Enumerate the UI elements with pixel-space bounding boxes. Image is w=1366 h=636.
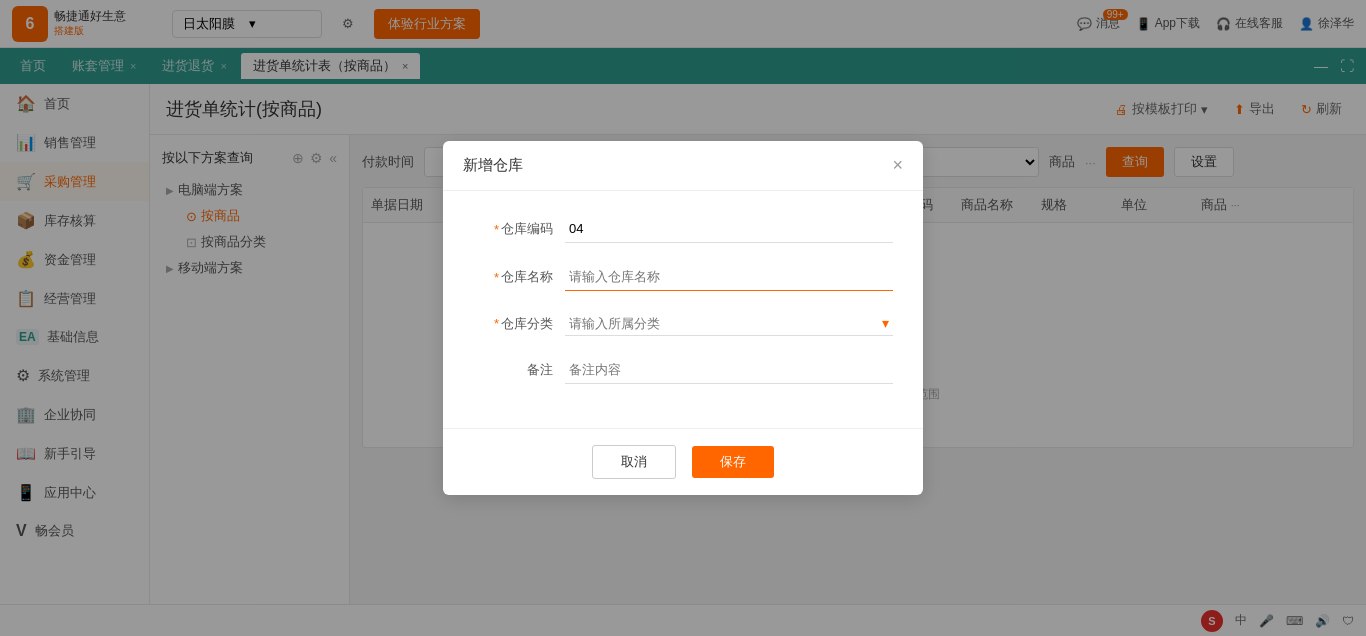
modal-header: 新增仓库 × xyxy=(443,141,923,191)
modal-body: * 仓库编码 * 仓库名称 * 仓库分类 ▾ xyxy=(443,191,923,428)
modal-close-button[interactable]: × xyxy=(892,155,903,176)
warehouse-name-input[interactable] xyxy=(565,263,893,291)
form-row-category: * 仓库分类 ▾ xyxy=(473,311,893,336)
form-row-name: * 仓库名称 xyxy=(473,263,893,291)
note-label: 备注 xyxy=(473,361,553,379)
warehouse-code-input[interactable] xyxy=(565,215,893,243)
name-label: * 仓库名称 xyxy=(473,268,553,286)
modal-footer: 取消 保存 xyxy=(443,428,923,495)
category-dropdown-arrow: ▾ xyxy=(882,315,889,331)
category-label: * 仓库分类 xyxy=(473,315,553,333)
modal-title: 新增仓库 xyxy=(463,156,523,175)
warehouse-note-input[interactable] xyxy=(565,356,893,384)
warehouse-category-selector[interactable]: ▾ xyxy=(565,311,893,336)
modal-overlay: 新增仓库 × * 仓库编码 * 仓库名称 * xyxy=(0,0,1366,636)
save-button[interactable]: 保存 xyxy=(692,446,774,478)
warehouse-category-input[interactable] xyxy=(569,316,882,331)
code-label: * 仓库编码 xyxy=(473,220,553,238)
form-row-code: * 仓库编码 xyxy=(473,215,893,243)
cancel-button[interactable]: 取消 xyxy=(592,445,676,479)
add-warehouse-modal: 新增仓库 × * 仓库编码 * 仓库名称 * xyxy=(443,141,923,495)
form-row-note: 备注 xyxy=(473,356,893,384)
